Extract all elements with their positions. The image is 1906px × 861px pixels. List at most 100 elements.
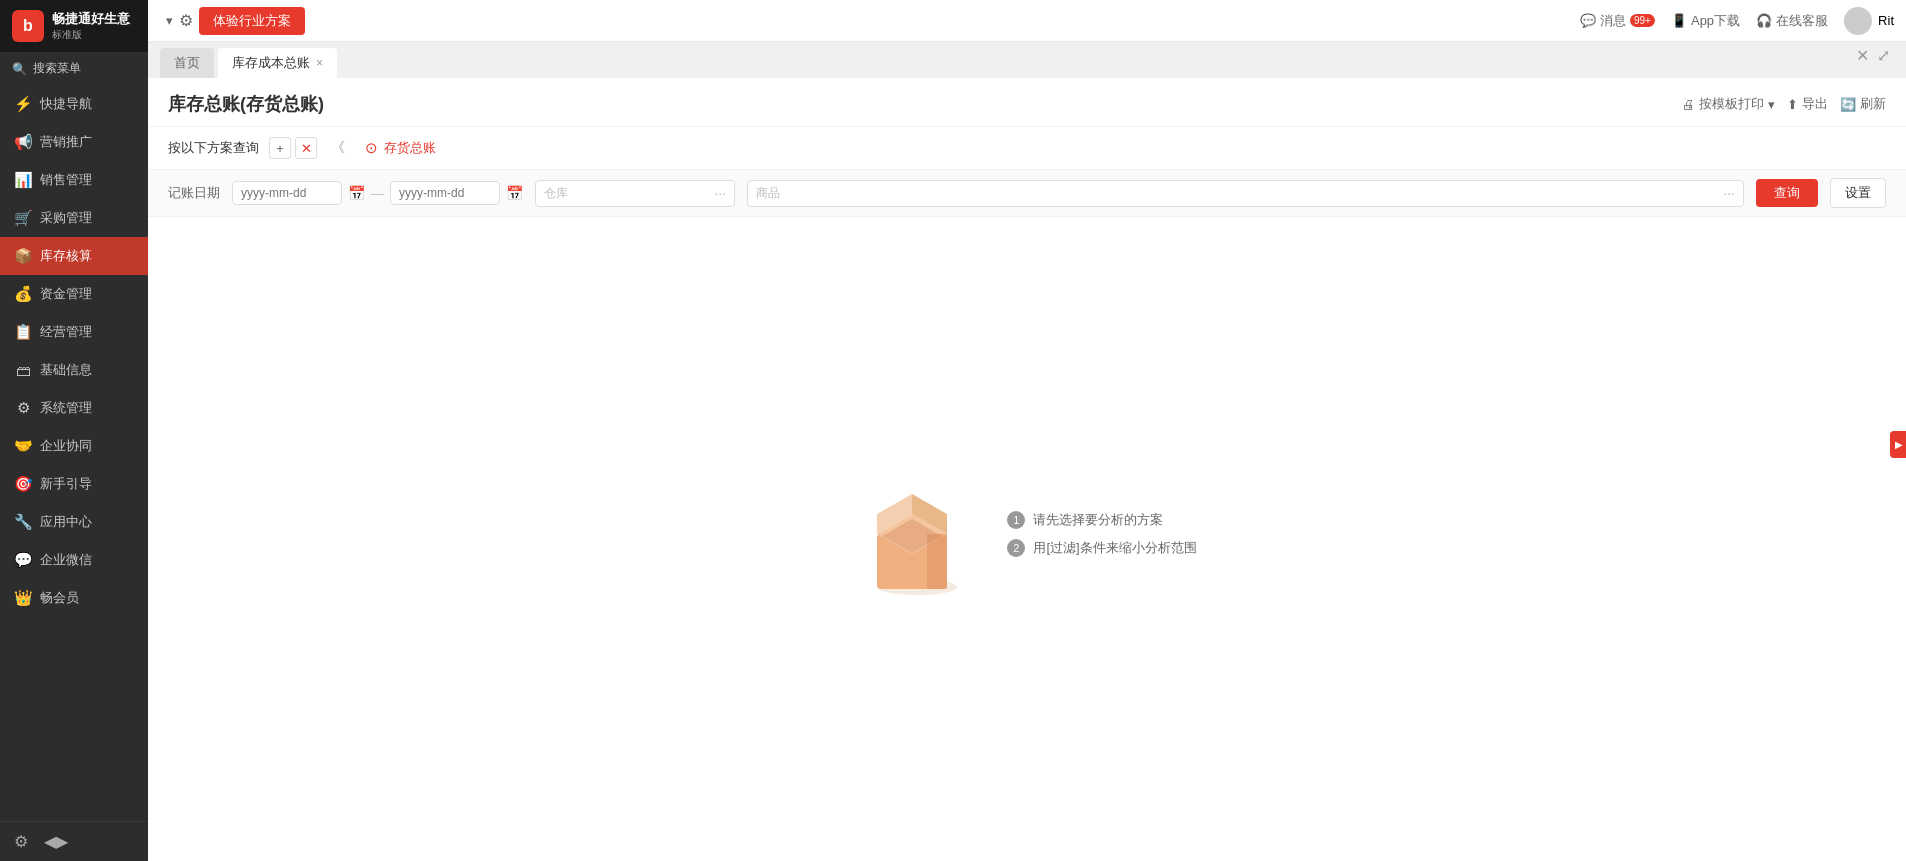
panel-expand-icon[interactable]: ⤢ [1877, 46, 1890, 65]
collapse-filter-icon[interactable]: 《 [331, 139, 345, 157]
sales-icon: 📊 [14, 171, 32, 189]
logo-icon: b [12, 10, 44, 42]
filter-row2: 记账日期 📅 — 📅 仓库 ··· 商品 ··· 查询 设置 [148, 170, 1906, 217]
empty-box-svg [857, 479, 977, 599]
tab-close-icon[interactable]: × [316, 56, 323, 70]
date-separator: — [371, 186, 384, 201]
delete-scheme-button[interactable]: ✕ [295, 137, 317, 159]
refresh-button[interactable]: 🔄 刷新 [1840, 95, 1886, 113]
finance-icon: 💰 [14, 285, 32, 303]
tabs-bar: 首页 库存成本总账 × ✕ ⤢ [148, 42, 1906, 78]
tab-home[interactable]: 首页 [160, 48, 214, 78]
date-to-input[interactable] [390, 181, 500, 205]
sidebar-item-inventory[interactable]: 📦 库存核算 [0, 237, 148, 275]
search-icon: 🔍 [12, 62, 27, 76]
content-area: 库存总账(存货总账) 🖨 按模板打印 ▾ ⬆ 导出 🔄 刷新 按以下方案查询 [148, 78, 1906, 861]
brand-name: 畅捷通好生意 [52, 11, 130, 28]
search-label: 搜索菜单 [33, 60, 81, 77]
topbar: ▾ ⚙ 体验行业方案 💬 消息 99+ 📱 App下载 🎧 在线客服 Rit [148, 0, 1906, 42]
sidebar-item-label: 畅会员 [40, 589, 79, 607]
empty-text: 1 请先选择要分析的方案 2 用[过滤]条件来缩小分析范围 [1007, 511, 1196, 567]
tab-inventory-ledger[interactable]: 库存成本总账 × [218, 48, 337, 78]
tab-home-label: 首页 [174, 54, 200, 72]
sidebar-item-cooperation[interactable]: 🤝 企业协同 [0, 427, 148, 465]
sidebar-item-label: 营销推广 [40, 133, 92, 151]
sidebar-item-label: 企业协同 [40, 437, 92, 455]
scheme-item[interactable]: ⊙ 存货总账 [365, 139, 436, 157]
hint-1: 1 请先选择要分析的方案 [1007, 511, 1196, 529]
date-from-icon[interactable]: 📅 [348, 185, 365, 201]
sidebar-item-finance[interactable]: 💰 资金管理 [0, 275, 148, 313]
date-from-input[interactable] [232, 181, 342, 205]
query-button[interactable]: 查询 [1756, 179, 1818, 207]
sidebar-item-label: 基础信息 [40, 361, 92, 379]
date-to-icon[interactable]: 📅 [506, 185, 523, 201]
main-area: ▾ ⚙ 体验行业方案 💬 消息 99+ 📱 App下载 🎧 在线客服 Rit [148, 0, 1906, 861]
online-service-area[interactable]: 🎧 在线客服 [1756, 12, 1828, 30]
message-icon: 💬 [1580, 13, 1596, 28]
sidebar-item-label: 采购管理 [40, 209, 92, 227]
trial-button[interactable]: 体验行业方案 [199, 7, 305, 35]
sidebar-item-purchase[interactable]: 🛒 采购管理 [0, 199, 148, 237]
topbar-right: 💬 消息 99+ 📱 App下载 🎧 在线客服 Rit [1580, 7, 1894, 35]
warehouse-more-icon[interactable]: ··· [714, 185, 726, 201]
export-button[interactable]: ⬆ 导出 [1787, 95, 1828, 113]
hint-text-1: 请先选择要分析的方案 [1033, 511, 1163, 529]
logo-text: 畅捷通好生意 标准版 [52, 11, 130, 41]
product-more-icon[interactable]: ··· [1723, 185, 1735, 201]
sidebar-item-operation[interactable]: 📋 经营管理 [0, 313, 148, 351]
print-button[interactable]: 🖨 按模板打印 ▾ [1682, 95, 1775, 113]
sidebar-item-label: 快捷导航 [40, 95, 92, 113]
panel-close-icon[interactable]: ✕ [1856, 46, 1869, 65]
export-icon: ⬆ [1787, 97, 1798, 112]
phone-icon: 📱 [1671, 13, 1687, 28]
add-scheme-button[interactable]: + [269, 137, 291, 159]
sidebar-item-marketing[interactable]: 📢 营销推广 [0, 123, 148, 161]
sidebar-search[interactable]: 🔍 搜索菜单 [0, 52, 148, 85]
right-panel-toggle[interactable]: ▶ [1890, 431, 1906, 458]
date-range-group: 📅 — 📅 [232, 181, 523, 205]
print-icon: 🖨 [1682, 97, 1695, 112]
sidebar-item-sales[interactable]: 📊 销售管理 [0, 161, 148, 199]
product-filter[interactable]: 商品 ··· [747, 180, 1744, 207]
user-avatar [1844, 7, 1872, 35]
hint-num-1: 1 [1007, 511, 1025, 529]
app-download-area[interactable]: 📱 App下载 [1671, 12, 1740, 30]
sidebar-item-system[interactable]: ⚙ 系统管理 [0, 389, 148, 427]
warehouse-label: 仓库 [544, 185, 710, 202]
sidebar-item-wechat[interactable]: 💬 企业微信 [0, 541, 148, 579]
date-label: 记账日期 [168, 184, 220, 202]
sidebar-item-label: 销售管理 [40, 171, 92, 189]
page-actions: 🖨 按模板打印 ▾ ⬆ 导出 🔄 刷新 [1682, 95, 1886, 113]
user-area[interactable]: Rit [1844, 7, 1894, 35]
settings-footer-icon[interactable]: ⚙ [14, 832, 28, 851]
hint-2: 2 用[过滤]条件来缩小分析范围 [1007, 539, 1196, 557]
refresh-icon: 🔄 [1840, 97, 1856, 112]
sidebar-footer: ⚙ ◀▶ [0, 821, 148, 861]
print-dropdown-icon[interactable]: ▾ [1768, 97, 1775, 112]
settings-button[interactable]: 设置 [1830, 178, 1886, 208]
hint-text-2: 用[过滤]条件来缩小分析范围 [1033, 539, 1196, 557]
collapse-icon[interactable]: ◀▶ [44, 832, 68, 851]
topbar-dropdown-icon[interactable]: ▾ [166, 13, 173, 28]
sidebar-item-apps[interactable]: 🔧 应用中心 [0, 503, 148, 541]
apps-icon: 🔧 [14, 513, 32, 531]
sidebar-item-guide[interactable]: 🎯 新手引导 [0, 465, 148, 503]
tab-inventory-label: 库存成本总账 [232, 54, 310, 72]
scheme-name: 存货总账 [384, 139, 436, 157]
edition-label: 标准版 [52, 28, 130, 41]
user-name: Rit [1878, 13, 1894, 28]
sidebar-item-basic[interactable]: 🗃 基础信息 [0, 351, 148, 389]
headset-icon: 🎧 [1756, 13, 1772, 28]
sidebar-item-quick-nav[interactable]: ⚡ 快捷导航 [0, 85, 148, 123]
empty-illustration [857, 479, 977, 599]
sidebar-logo: b 畅捷通好生意 标准版 [0, 0, 148, 52]
warehouse-filter[interactable]: 仓库 ··· [535, 180, 735, 207]
message-area[interactable]: 💬 消息 99+ [1580, 12, 1655, 30]
quick-nav-icon: ⚡ [14, 95, 32, 113]
wechat-icon: 💬 [14, 551, 32, 569]
sidebar-item-label: 库存核算 [40, 247, 92, 265]
topbar-settings-icon[interactable]: ⚙ [179, 11, 193, 30]
sidebar-item-member[interactable]: 👑 畅会员 [0, 579, 148, 617]
message-badge: 99+ [1630, 14, 1655, 27]
